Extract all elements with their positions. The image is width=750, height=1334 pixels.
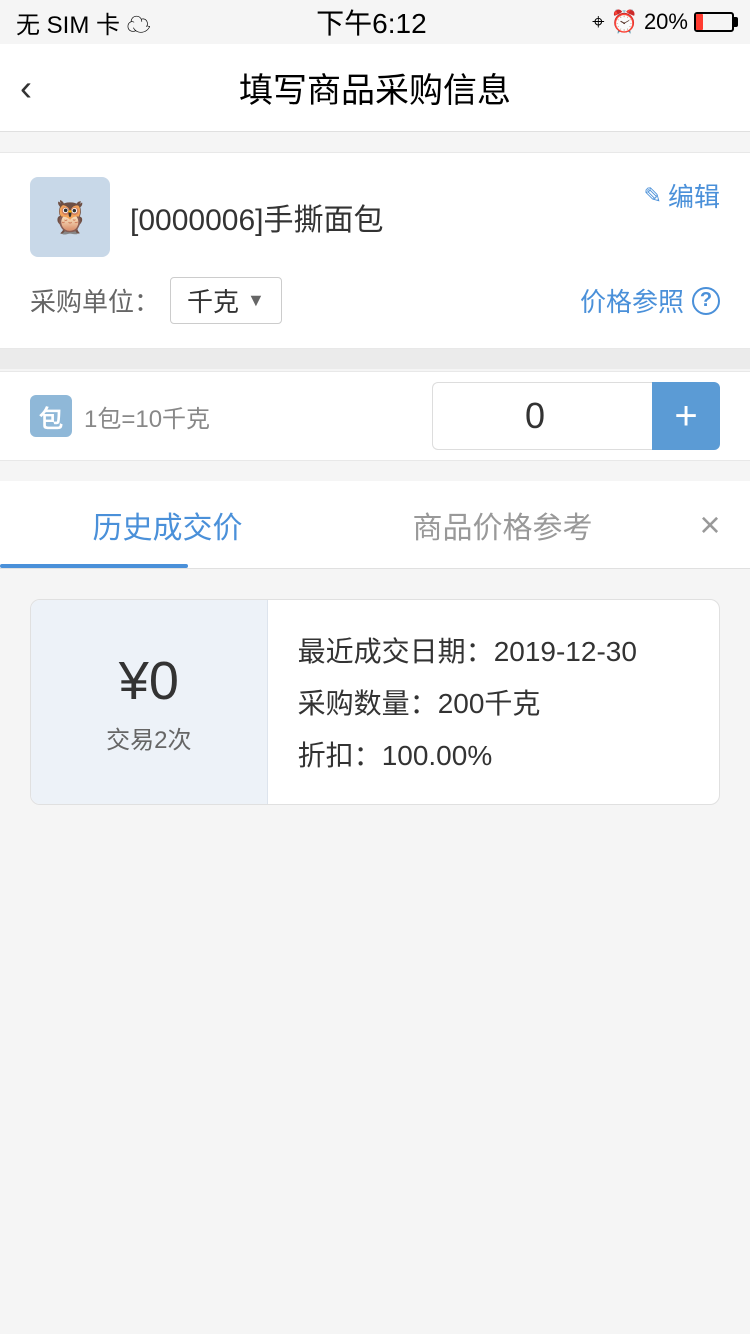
product-image: 🦉 bbox=[30, 177, 110, 257]
qty-value: 200千克 bbox=[438, 688, 541, 719]
status-right: ⌖ ⏰ 20% bbox=[592, 9, 734, 35]
status-left: 无 SIM 卡 ☁ bbox=[16, 5, 151, 40]
price-card-left: ¥0 交易2次 bbox=[31, 600, 268, 804]
history-section: ¥0 交易2次 最近成交日期：2019-12-30 采购数量：200千克 折扣：… bbox=[0, 569, 750, 835]
quantity-unit-box: 包 bbox=[30, 395, 72, 437]
unit-value: 千克 bbox=[187, 282, 239, 319]
help-icon[interactable]: ? bbox=[692, 287, 720, 315]
product-logo: 🦉 bbox=[50, 198, 90, 236]
product-header: 🦉 [0000006]手撕面包 ✎ 编辑 bbox=[30, 177, 720, 257]
latest-date-label: 最近成交日期： bbox=[298, 636, 494, 667]
price-main: ¥0 bbox=[119, 650, 179, 712]
status-bar: 无 SIM 卡 ☁ 下午6:12 ⌖ ⏰ 20% bbox=[0, 0, 750, 44]
quantity-row: 包 1包=10千克 + bbox=[0, 371, 750, 461]
status-time: 下午6:12 bbox=[316, 2, 427, 42]
edit-icon: ✎ bbox=[644, 183, 662, 209]
edit-label: 编辑 bbox=[668, 177, 720, 214]
currency-symbol: ¥ bbox=[119, 651, 149, 711]
discount-value: 100.00% bbox=[382, 740, 493, 771]
close-icon: × bbox=[699, 504, 720, 546]
price-card-right: 最近成交日期：2019-12-30 采购数量：200千克 折扣：100.00% bbox=[268, 600, 719, 804]
qty-row: 采购数量：200千克 bbox=[298, 682, 689, 722]
product-card: 🦉 [0000006]手撕面包 ✎ 编辑 采购单位： 千克 ▼ 价格参照 ? bbox=[0, 152, 750, 349]
price-card: ¥0 交易2次 最近成交日期：2019-12-30 采购数量：200千克 折扣：… bbox=[30, 599, 720, 805]
edit-button[interactable]: ✎ 编辑 bbox=[644, 177, 720, 214]
back-button[interactable]: ‹ bbox=[20, 67, 80, 109]
price-value: 0 bbox=[149, 651, 179, 711]
price-ref-button[interactable]: 价格参照 ? bbox=[580, 282, 720, 319]
tab-history-label: 历史成交价 bbox=[93, 503, 243, 547]
tab-bar: 历史成交价 商品价格参考 × bbox=[0, 481, 750, 569]
battery-icon bbox=[694, 12, 734, 32]
trade-count: 交易2次 bbox=[106, 720, 191, 755]
unit-label: 采购单位： bbox=[30, 282, 160, 319]
tab-price-ref[interactable]: 商品价格参考 bbox=[335, 481, 670, 568]
quantity-unit-sub: 1包=10千克 bbox=[84, 399, 210, 434]
quantity-unit: 包 bbox=[39, 399, 63, 434]
battery-percent: 20% bbox=[644, 9, 688, 35]
quantity-input[interactable] bbox=[432, 382, 652, 450]
plus-icon: + bbox=[674, 394, 697, 439]
gps-icon: ⌖ bbox=[592, 9, 604, 35]
latest-date-value: 2019-12-30 bbox=[494, 636, 637, 667]
quantity-plus-button[interactable]: + bbox=[652, 382, 720, 450]
nav-bar: ‹ 填写商品采购信息 bbox=[0, 44, 750, 132]
unit-dropdown-icon: ▼ bbox=[247, 290, 265, 311]
product-left: 🦉 [0000006]手撕面包 bbox=[30, 177, 383, 257]
latest-date-row: 最近成交日期：2019-12-30 bbox=[298, 630, 689, 670]
discount-label: 折扣： bbox=[298, 740, 382, 771]
discount-row: 折扣：100.00% bbox=[298, 734, 689, 774]
tab-price-ref-label: 商品价格参考 bbox=[413, 503, 593, 547]
tab-history-price[interactable]: 历史成交价 bbox=[0, 481, 335, 568]
quantity-input-area: + bbox=[432, 382, 720, 450]
help-question: ? bbox=[700, 289, 712, 312]
tab-underline bbox=[0, 564, 188, 568]
tab-close-button[interactable]: × bbox=[670, 504, 750, 546]
qty-label: 采购数量： bbox=[298, 688, 438, 719]
price-ref-label: 价格参照 bbox=[580, 282, 684, 319]
quantity-left: 包 1包=10千克 bbox=[30, 395, 210, 437]
no-sim-text: 无 SIM 卡 ☁ bbox=[16, 5, 151, 40]
alarm-icon: ⏰ bbox=[611, 9, 638, 35]
divider-1 bbox=[0, 349, 750, 369]
page-title: 填写商品采购信息 bbox=[239, 63, 511, 112]
product-name: [0000006]手撕面包 bbox=[130, 195, 383, 239]
unit-selector[interactable]: 千克 ▼ bbox=[170, 277, 282, 324]
product-unit-row: 采购单位： 千克 ▼ 价格参照 ? bbox=[30, 277, 720, 324]
